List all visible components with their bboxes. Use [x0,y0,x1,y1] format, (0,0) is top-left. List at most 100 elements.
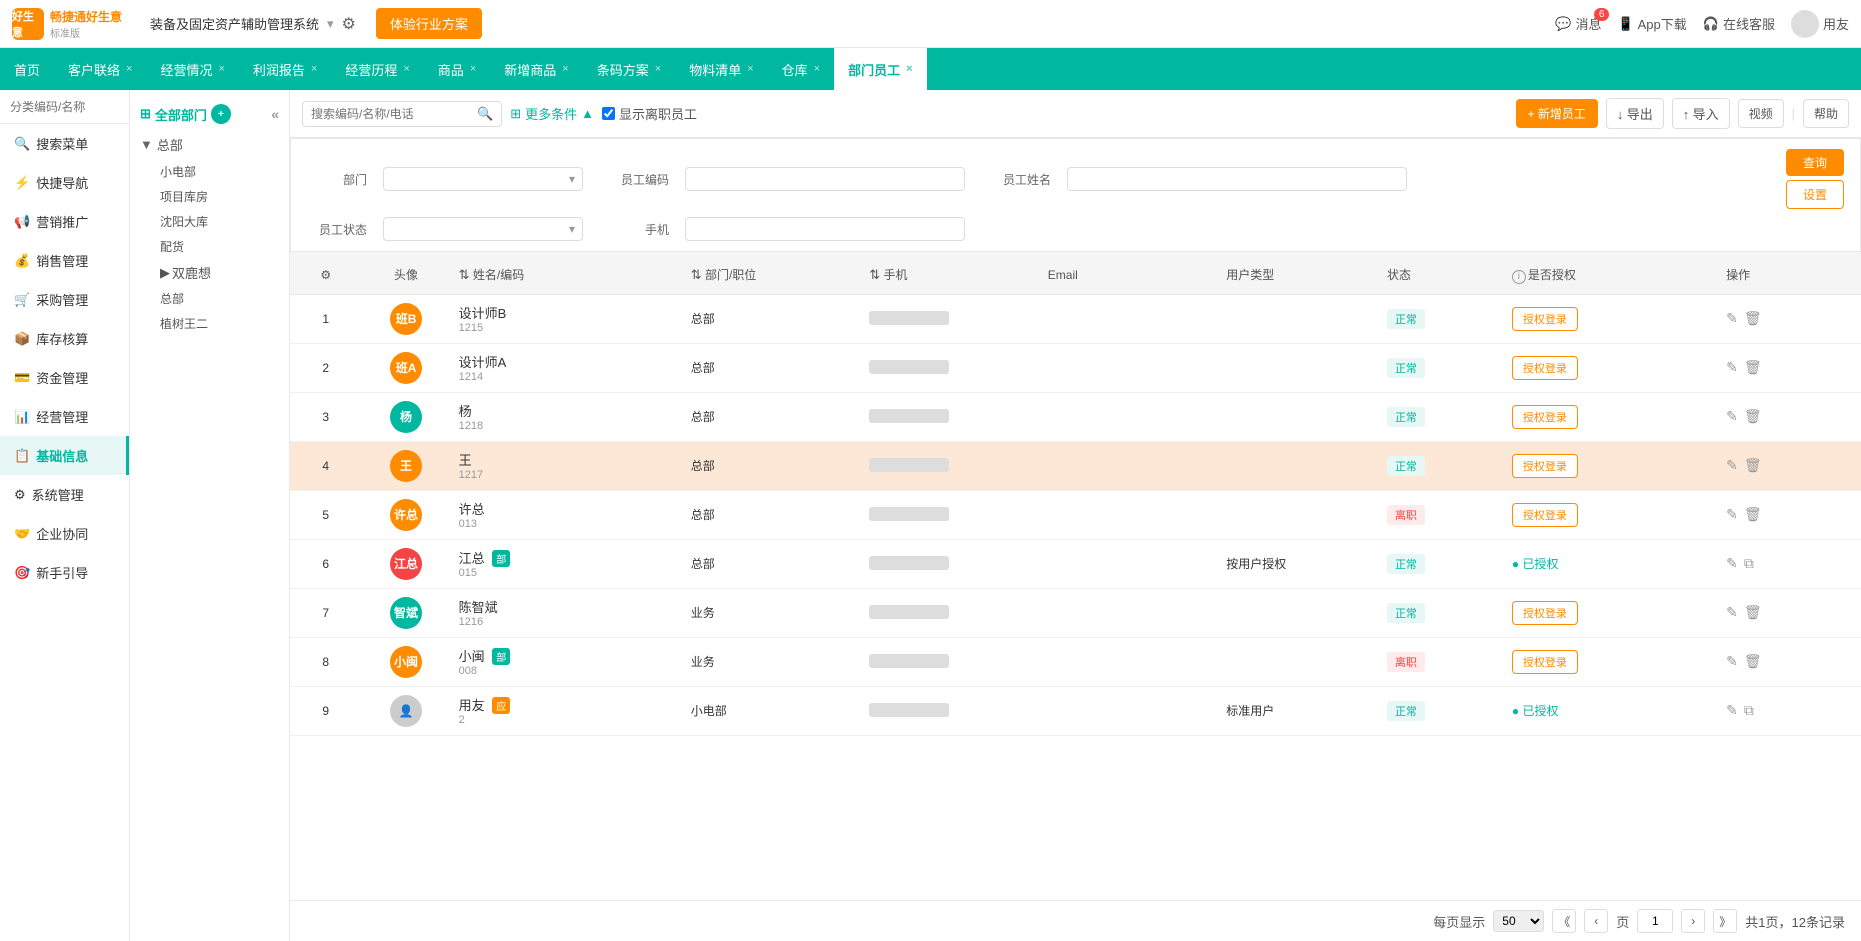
close-icon[interactable]: × [470,63,476,75]
nav-goods[interactable]: 商品× [424,48,490,90]
dept-child-peihuo[interactable]: 配货 [130,234,289,259]
view-button[interactable]: 视频 [1738,99,1784,128]
sidebar-item-finance[interactable]: 💳资金管理 [0,358,129,397]
edit-icon-2[interactable]: ✎ [1726,359,1738,376]
dept-child-shuanglu[interactable]: ▶ 双鹿想 [130,259,289,286]
dept-add-btn[interactable]: + [211,104,231,124]
dept-child-zhishu[interactable]: 植树王二 [130,311,289,336]
col-header-name[interactable]: ⇅ 姓名/编码 [451,256,683,294]
nav-warehouse[interactable]: 仓库× [768,48,834,90]
close-icon[interactable]: × [126,63,132,75]
trial-button[interactable]: 体验行业方案 [376,8,482,39]
emp-status-select[interactable] [383,217,583,241]
sidebar-item-marketing[interactable]: 📢营销推广 [0,202,129,241]
nav-dept-staff[interactable]: 部门员工× [834,48,926,90]
dept-child-shenyang[interactable]: 沈阳大库 [130,209,289,234]
message-item[interactable]: 💬 消息 6 [1555,14,1601,33]
sidebar-item-inventory[interactable]: 📦库存核算 [0,319,129,358]
nav-bom[interactable]: 物料清单× [675,48,767,90]
dept-item-root[interactable]: ▼ 总部 [130,130,289,159]
set-button[interactable]: 设置 [1786,180,1844,209]
delete-icon-5[interactable]: 🗑 [1744,506,1762,523]
nav-operation[interactable]: 经营情况× [146,48,238,90]
dept-child-xiangmukufang[interactable]: 项目库房 [130,184,289,209]
nav-barcode[interactable]: 条码方案× [583,48,675,90]
prev-page-button[interactable]: ‹ [1584,909,1608,933]
auth-button-7[interactable]: 授权登录 [1512,601,1578,625]
dept-child-xiaodibu[interactable]: 小电部 [130,159,289,184]
emp-name-input[interactable] [1067,167,1407,191]
edit-icon-7[interactable]: ✎ [1726,604,1738,621]
add-employee-button[interactable]: + 新增员工 [1516,99,1598,128]
sidebar-item-basicinfo[interactable]: 📋基础信息 [0,436,129,475]
auth-button-4[interactable]: 授权登录 [1512,454,1578,478]
auth-button-1[interactable]: 授权登录 [1512,307,1578,331]
show-resigned-checkbox[interactable]: 显示离职员工 [602,104,697,123]
help-button[interactable]: 帮助 [1803,99,1849,128]
resigned-checkbox-input[interactable] [602,107,615,120]
delete-icon-8[interactable]: 🗑 [1744,653,1762,670]
edit-icon-1[interactable]: ✎ [1726,310,1738,327]
per-page-select[interactable]: 50 100 [1493,910,1544,932]
close-icon[interactable]: × [906,63,912,75]
search-button[interactable]: 查询 [1786,149,1844,176]
delete-icon-7[interactable]: 🗑 [1744,604,1762,621]
emp-code-input[interactable] [685,167,965,191]
edit-icon-9[interactable]: ✎ [1726,702,1738,719]
edit-icon-8[interactable]: ✎ [1726,653,1738,670]
last-page-button[interactable]: 》 [1713,909,1737,933]
search-submit-icon[interactable]: 🔍 [477,106,493,122]
phone-input[interactable] [685,217,965,241]
close-icon[interactable]: × [218,63,224,75]
settings-icon[interactable]: ⚙ [342,14,356,34]
delete-icon-2[interactable]: 🗑 [1744,359,1762,376]
copy-icon-9[interactable]: ⧉ [1744,702,1754,719]
nav-home[interactable]: 首页 [0,48,54,90]
app-download-item[interactable]: 📱 App下载 [1617,14,1686,33]
search-input[interactable] [311,107,471,121]
dept-collapse-icon[interactable]: « [271,106,279,122]
delete-icon-4[interactable]: 🗑 [1744,457,1762,474]
sidebar-item-bizmanage[interactable]: 📊经营管理 [0,397,129,436]
import-button[interactable]: ↑ 导入 [1672,98,1730,129]
close-icon[interactable]: × [814,63,820,75]
nav-add-goods[interactable]: 新增商品× [490,48,582,90]
close-icon[interactable]: × [403,63,409,75]
auth-button-5[interactable]: 授权登录 [1512,503,1578,527]
close-icon[interactable]: × [747,63,753,75]
nav-profit[interactable]: 利润报告× [239,48,331,90]
delete-icon-3[interactable]: 🗑 [1744,408,1762,425]
edit-icon-6[interactable]: ✎ [1726,555,1738,572]
sidebar-item-quicknav[interactable]: ⚡快捷导航 [0,163,129,202]
delete-icon-1[interactable]: 🗑 [1744,310,1762,327]
more-filter-btn[interactable]: ⊞ 更多条件 ▲ [510,104,594,123]
dept-child-zongbu[interactable]: 总部 [130,286,289,311]
close-icon[interactable]: × [562,63,568,75]
col-header-settings[interactable]: ⚙ [290,256,361,294]
dept-select[interactable] [383,167,583,191]
col-header-dept[interactable]: ⇅ 部门/职位 [683,256,862,294]
sidebar-search-input[interactable] [10,100,130,114]
dropdown-arrow-icon[interactable]: ▾ [327,16,334,32]
edit-icon-3[interactable]: ✎ [1726,408,1738,425]
nav-customer[interactable]: 客户联络× [54,48,146,90]
sidebar-item-collab[interactable]: 🤝企业协同 [0,514,129,553]
edit-icon-4[interactable]: ✎ [1726,457,1738,474]
copy-icon-6[interactable]: ⧉ [1744,555,1754,572]
edit-icon-5[interactable]: ✎ [1726,506,1738,523]
auth-button-8[interactable]: 授权登录 [1512,650,1578,674]
sidebar-item-sales[interactable]: 💰销售管理 [0,241,129,280]
first-page-button[interactable]: 《 [1552,909,1576,933]
close-icon[interactable]: × [655,63,661,75]
sidebar-item-search[interactable]: 🔍搜索菜单 [0,124,129,163]
nav-journey[interactable]: 经营历程× [331,48,423,90]
auth-button-2[interactable]: 授权登录 [1512,356,1578,380]
sidebar-item-guide[interactable]: 🎯新手引导 [0,553,129,592]
online-service-item[interactable]: 🎧 在线客服 [1703,14,1775,33]
next-page-button[interactable]: › [1681,909,1705,933]
page-input[interactable] [1637,909,1673,933]
user-item[interactable]: 用友 [1791,10,1849,38]
auth-button-3[interactable]: 授权登录 [1512,405,1578,429]
close-icon[interactable]: × [311,63,317,75]
export-button[interactable]: ↓ 导出 [1606,98,1664,129]
